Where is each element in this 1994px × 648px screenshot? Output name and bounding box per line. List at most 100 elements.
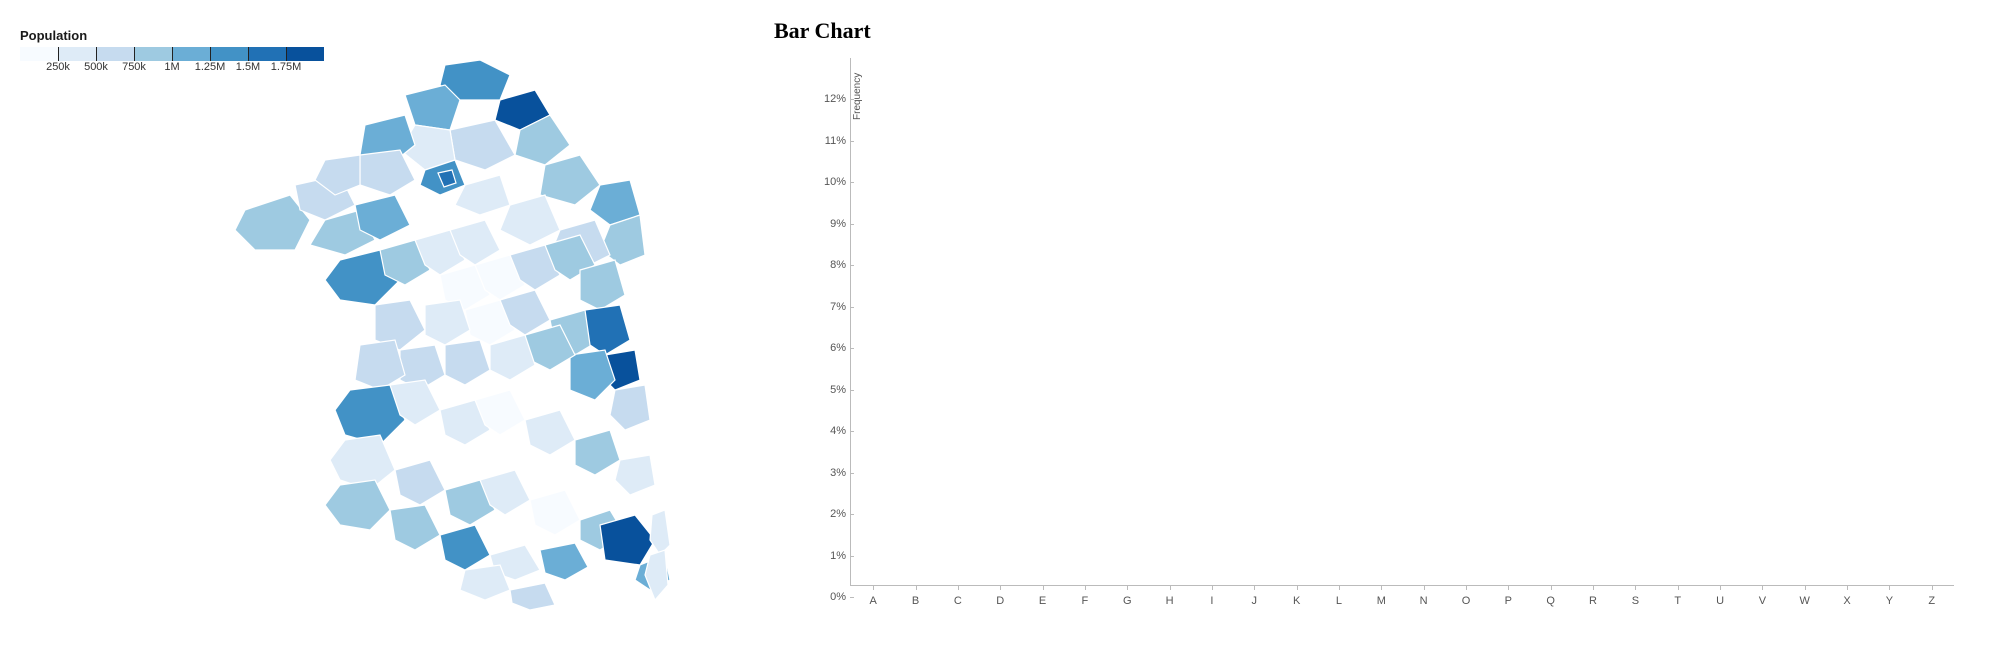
legend-cell <box>58 47 96 61</box>
y-tick: 2% <box>810 508 850 520</box>
region-pyrenees-atl[interactable] <box>325 480 390 530</box>
x-tick-line <box>916 585 917 590</box>
region-haute-vienne[interactable] <box>445 340 490 385</box>
region-ariege[interactable] <box>460 565 510 600</box>
bars-container: ABCDEFGHIJKLMNOPQRSTUVWXYZ <box>851 58 1954 585</box>
bar-chart-panel: Bar Chart Frequency 0%1%2%3%4%5%6%7%8%9%… <box>740 0 1994 648</box>
x-tick-line <box>1889 585 1890 590</box>
x-tick-label: S <box>1615 595 1655 607</box>
x-tick-line <box>1762 585 1763 590</box>
legend-tick-label: 1M <box>164 61 179 73</box>
x-tick-label: F <box>1065 595 1105 607</box>
x-tick-line <box>1932 585 1933 590</box>
x-tick-line <box>1508 585 1509 590</box>
legend-cell <box>134 47 172 61</box>
x-tick-label: X <box>1827 595 1867 607</box>
region-haute-corse[interactable] <box>650 510 670 555</box>
x-tick-label: U <box>1700 595 1740 607</box>
region-rhone[interactable] <box>585 305 630 355</box>
legend-cell <box>20 47 58 61</box>
region-aisne[interactable] <box>450 120 515 170</box>
x-tick-line <box>1297 585 1298 590</box>
region-hautes-alpes[interactable] <box>615 455 655 495</box>
legend-tick-line <box>134 47 135 61</box>
x-tick-label: M <box>1361 595 1401 607</box>
x-tick-label: W <box>1785 595 1825 607</box>
x-tick-label: E <box>1022 595 1062 607</box>
x-tick-label: C <box>938 595 978 607</box>
y-tick: 4% <box>810 425 850 437</box>
legend-cell <box>96 47 134 61</box>
x-tick-label: J <box>1234 595 1274 607</box>
y-tick: 10% <box>810 176 850 188</box>
region-gers[interactable] <box>395 460 445 505</box>
x-tick-line <box>1551 585 1552 590</box>
x-tick-line <box>1720 585 1721 590</box>
y-tick: 3% <box>810 467 850 479</box>
y-tick: 5% <box>810 384 850 396</box>
x-tick-line <box>958 585 959 590</box>
x-tick-label: H <box>1149 595 1189 607</box>
region-haute-loire[interactable] <box>525 410 575 455</box>
x-tick-label: A <box>853 595 893 607</box>
x-tick-label: Z <box>1912 595 1952 607</box>
bar-chart-area: Frequency 0%1%2%3%4%5%6%7%8%9%10%11%12% … <box>810 58 1964 618</box>
legend-tick-label: 750k <box>122 61 146 73</box>
y-tick: 8% <box>810 259 850 271</box>
page-root: Population 250k500k750k1M1.25M1.5M1.75M <box>0 0 1994 648</box>
region-somme[interactable] <box>405 85 460 130</box>
legend-tick-label: 500k <box>84 61 108 73</box>
x-tick-label: B <box>895 595 935 607</box>
region-charente-maritime[interactable] <box>355 340 405 390</box>
x-tick-line <box>1466 585 1467 590</box>
map-panel: Population 250k500k750k1M1.25M1.5M1.75M <box>0 0 740 648</box>
x-tick-line <box>1085 585 1086 590</box>
x-tick-line <box>1678 585 1679 590</box>
x-tick-label: R <box>1573 595 1613 607</box>
region-bouches-rhone[interactable] <box>600 515 655 565</box>
y-tick: 6% <box>810 342 850 354</box>
x-tick-line <box>1043 585 1044 590</box>
region-herault[interactable] <box>540 543 588 580</box>
bar-chart-plot: ABCDEFGHIJKLMNOPQRSTUVWXYZ <box>850 58 1954 586</box>
legend-tick-line <box>96 47 97 61</box>
x-tick-line <box>1593 585 1594 590</box>
x-tick-label: O <box>1446 595 1486 607</box>
region-lozere[interactable] <box>530 490 580 535</box>
region-savoie[interactable] <box>610 385 650 430</box>
x-tick-label: D <box>980 595 1020 607</box>
legend-tick-line <box>58 47 59 61</box>
y-tick: 1% <box>810 550 850 562</box>
map-regions <box>235 60 670 610</box>
x-tick-label: T <box>1658 595 1698 607</box>
x-tick-line <box>1805 585 1806 590</box>
x-tick-line <box>1847 585 1848 590</box>
x-tick-line <box>1170 585 1171 590</box>
region-haute-garonne[interactable] <box>440 525 490 570</box>
x-tick-line <box>1381 585 1382 590</box>
x-tick-label: Q <box>1531 595 1571 607</box>
region-drome[interactable] <box>575 430 620 475</box>
region-doubs[interactable] <box>580 260 625 310</box>
region-corse-sud[interactable] <box>645 550 668 600</box>
region-hautes-pyrenees[interactable] <box>390 505 440 550</box>
y-tick: 11% <box>810 135 850 147</box>
bar-chart-title: Bar Chart <box>774 18 1964 44</box>
x-tick-label: Y <box>1869 595 1909 607</box>
region-pyrenees-orientales[interactable] <box>510 583 555 610</box>
x-tick-label: N <box>1403 595 1443 607</box>
x-tick-line <box>1000 585 1001 590</box>
x-tick-line <box>1127 585 1128 590</box>
x-tick-label: V <box>1742 595 1782 607</box>
y-tick: 7% <box>810 301 850 313</box>
region-calvados[interactable] <box>360 150 415 195</box>
y-axis-ticks: 0%1%2%3%4%5%6%7%8%9%10%11%12% <box>810 58 850 585</box>
x-tick-label: I <box>1192 595 1232 607</box>
y-tick: 0% <box>810 591 850 603</box>
x-tick-label: P <box>1488 595 1528 607</box>
x-tick-line <box>1635 585 1636 590</box>
x-tick-line <box>1254 585 1255 590</box>
x-tick-label: G <box>1107 595 1147 607</box>
france-map <box>200 55 670 620</box>
x-tick-line <box>873 585 874 590</box>
